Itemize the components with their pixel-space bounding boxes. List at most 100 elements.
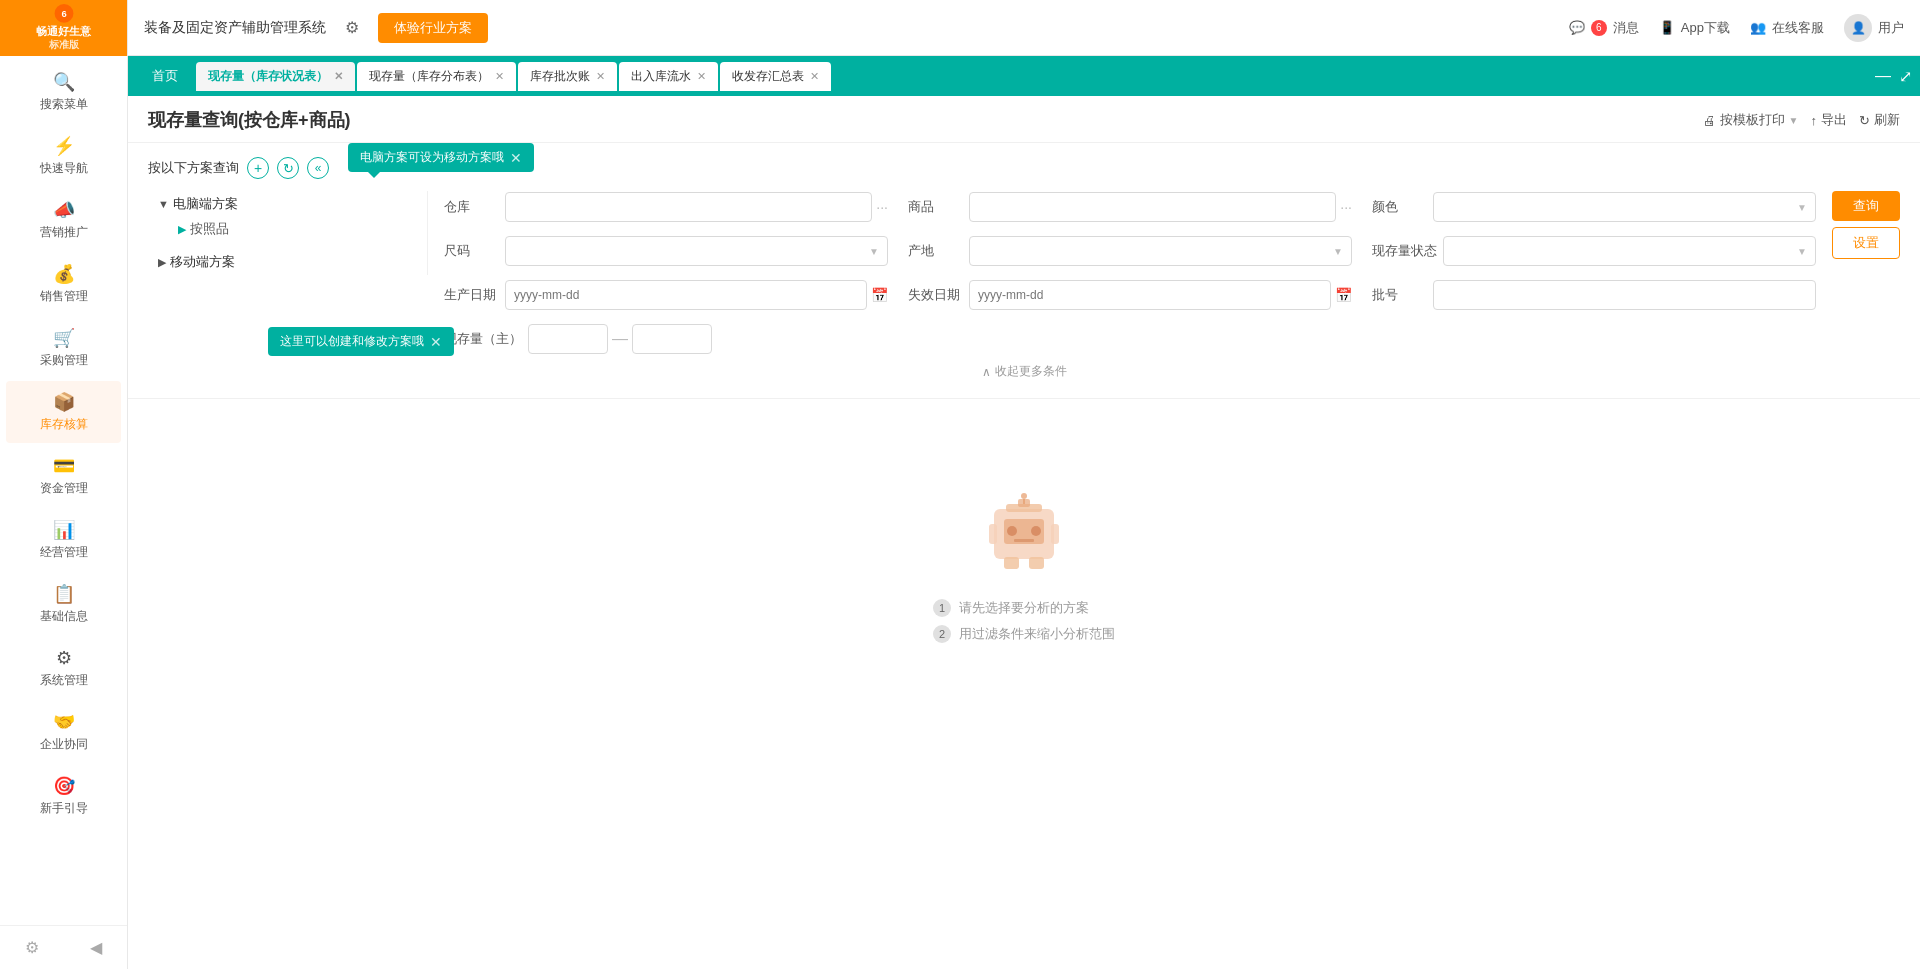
sidebar-item-sales[interactable]: 💰 销售管理 [6,253,121,315]
batch-no-label: 批号 [1372,286,1427,304]
marketing-icon: 📣 [53,199,75,221]
sidebar-item-marketing[interactable]: 📣 营销推广 [6,189,121,251]
mobile-scheme-label: 移动端方案 [170,253,235,271]
sidebar-label-search-menu: 搜索菜单 [40,96,88,113]
filter-right: 仓库 ··· 商品 ··· [428,191,1816,355]
sales-icon: 💰 [53,263,75,285]
tab-batch-account[interactable]: 库存批次账 ✕ [518,62,617,91]
scheme-tree: ▼ 电脑端方案 ▶ 按照品 ▶ 移动端方案 [148,191,415,275]
collapse-sidebar-icon[interactable]: ◀ [90,938,102,957]
quick-nav-icon: ⚡ [53,135,75,157]
origin-arrow-icon: ▼ [1333,246,1343,257]
sidebar-label-enterprise: 企业协同 [40,736,88,753]
scheme-tooltip-close[interactable]: ✕ [510,150,522,166]
desktop-scheme-child[interactable]: ▶ 按照品 [178,217,415,241]
industry-button[interactable]: 体验行业方案 [378,13,488,43]
collapse-more-btn[interactable]: ∧ 收起更多条件 [148,355,1900,384]
refresh-btn[interactable]: ↻ 刷新 [1859,111,1900,129]
sidebar-label-basic-info: 基础信息 [40,608,88,625]
production-date-calendar-icon[interactable]: 📅 [871,287,888,303]
sidebar-item-purchase[interactable]: 🛒 采购管理 [6,317,121,379]
user-label: 用户 [1878,19,1904,37]
production-date-input[interactable] [505,280,867,310]
tab-close-collect-report[interactable]: ✕ [810,70,819,83]
origin-label: 产地 [908,242,963,260]
online-support-action[interactable]: 👥 在线客服 [1750,19,1824,37]
desktop-child-icon: ▶ [178,223,186,236]
settings-bottom-icon[interactable]: ⚙ [25,938,39,957]
online-support-icon: 👥 [1750,20,1766,35]
stock-qty-input-max[interactable] [632,324,712,354]
messages-action[interactable]: 💬 6 消息 [1569,19,1639,37]
page-actions: 🖨 按模板打印 ▼ ↑ 导出 ↻ 刷新 [1703,111,1900,129]
user-section[interactable]: 👤 用户 [1844,14,1904,42]
tab-close-inventory-status[interactable]: ✕ [334,70,343,83]
expiry-date-calendar-icon[interactable]: 📅 [1335,287,1352,303]
stock-status-select[interactable]: ▼ [1443,236,1816,266]
mobile-scheme-group[interactable]: ▶ 移动端方案 [158,249,415,275]
filter-field-expiry-date: 失效日期 📅 [908,279,1352,311]
tab-maximize-icon[interactable]: ⤢ [1899,67,1912,86]
tab-close-in-out-flow[interactable]: ✕ [697,70,706,83]
sidebar-item-finance[interactable]: 💳 资金管理 [6,445,121,507]
tab-home[interactable]: 首页 [136,61,194,91]
tab-in-out-flow[interactable]: 出入库流水 ✕ [619,62,718,91]
tab-collect-report[interactable]: 收发存汇总表 ✕ [720,62,831,91]
goods-input[interactable] [969,192,1336,222]
reset-button[interactable]: 设置 [1832,227,1900,259]
stock-qty-input-min[interactable] [528,324,608,354]
svg-rect-11 [1004,557,1019,569]
color-label: 颜色 [1372,198,1427,216]
svg-text:6: 6 [61,8,66,19]
export-btn[interactable]: ↑ 导出 [1811,111,1848,129]
size-arrow-icon: ▼ [869,246,879,257]
sidebar-label-operations: 经营管理 [40,544,88,561]
sidebar-label-guide: 新手引导 [40,800,88,817]
sidebar-item-system[interactable]: ⚙ 系统管理 [6,637,121,699]
search-button[interactable]: 查询 [1832,191,1900,221]
sidebar-item-inventory[interactable]: 📦 库存核算 [6,381,121,443]
tab-label-inventory-status: 现存量（库存状况表） [208,68,328,85]
filter-field-stock-status: 现存量状态 ▼ [1372,235,1816,267]
tab-inventory-dist[interactable]: 现存量（库存分布表） ✕ [357,62,516,91]
filter-add-btn[interactable]: + [247,157,269,179]
color-select[interactable]: ▼ [1433,192,1816,222]
sidebar-item-search-menu[interactable]: 🔍 搜索菜单 [6,61,121,123]
filter-header: 按以下方案查询 + ↻ « 电脑方案可设为移动方案哦 ✕ [148,157,1900,179]
tab-minimize-icon[interactable]: — [1875,67,1891,85]
warehouse-input[interactable] [505,192,872,222]
stock-status-label: 现存量状态 [1372,242,1437,260]
production-date-wrap: 📅 [505,280,888,310]
desktop-scheme-group[interactable]: ▼ 电脑端方案 [158,191,415,217]
svg-rect-12 [1029,557,1044,569]
user-avatar: 👤 [1844,14,1872,42]
sidebar-item-basic-info[interactable]: 📋 基础信息 [6,573,121,635]
expiry-date-input[interactable] [969,280,1331,310]
header-settings-icon[interactable]: ⚙ [338,14,366,42]
tab-inventory-status[interactable]: 现存量（库存状况表） ✕ [196,62,355,91]
sidebar-label-finance: 资金管理 [40,480,88,497]
filter-left-scheme: ▼ 电脑端方案 ▶ 按照品 ▶ 移动端方案 [148,191,428,275]
filter-field-goods: 商品 ··· [908,191,1352,223]
tab-close-batch-account[interactable]: ✕ [596,70,605,83]
sidebar-item-operations[interactable]: 📊 经营管理 [6,509,121,571]
tab-close-inventory-dist[interactable]: ✕ [495,70,504,83]
sidebar-item-enterprise[interactable]: 🤝 企业协同 [6,701,121,763]
sidebar-item-guide[interactable]: 🎯 新手引导 [6,765,121,827]
create-tooltip-close[interactable]: ✕ [430,334,442,350]
origin-select[interactable]: ▼ [969,236,1352,266]
print-template-btn[interactable]: 🖨 按模板打印 ▼ [1703,111,1799,129]
sidebar-nav: 🔍 搜索菜单 ⚡ 快速导航 📣 营销推广 💰 销售管理 🛒 采购管理 📦 库存核… [0,56,127,925]
operations-icon: 📊 [53,519,75,541]
warehouse-dots: ··· [876,199,888,215]
filter-back-btn[interactable]: « [307,157,329,179]
scheme-tooltip: 电脑方案可设为移动方案哦 ✕ [348,143,534,172]
filter-field-batch-no: 批号 [1372,279,1816,311]
batch-no-input[interactable] [1433,280,1816,310]
filter-field-warehouse: 仓库 ··· [444,191,888,223]
filter-refresh-btn[interactable]: ↻ [277,157,299,179]
size-select[interactable]: ▼ [505,236,888,266]
sidebar-item-quick-nav[interactable]: ⚡ 快速导航 [6,125,121,187]
app-download-action[interactable]: 📱 App下载 [1659,19,1730,37]
svg-point-14 [1021,493,1027,499]
